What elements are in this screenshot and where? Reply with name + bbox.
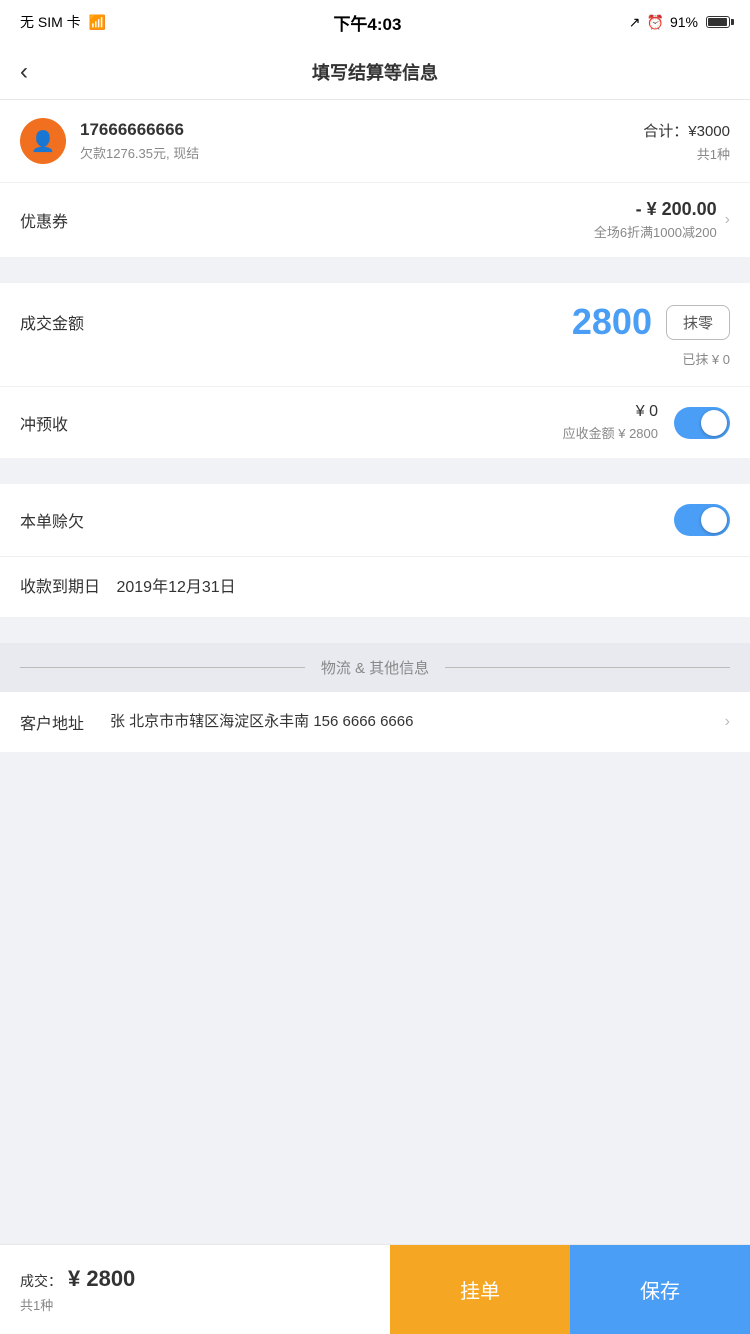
status-left: 无 SIM 卡 📶 [20, 12, 106, 32]
round-button[interactable]: 抹零 [666, 305, 730, 340]
coupon-discount: - ¥ 200.00 [594, 199, 717, 220]
amount-card: 成交金额 2800 抹零 已抹 ¥ 0 冲预收 ¥ 0 应收金额 ¥ 2800 [0, 283, 750, 458]
empty-space [0, 764, 750, 944]
coupon-info: - ¥ 200.00 全场6折满1000减200 [594, 199, 717, 241]
due-date-value: 2019年12月31日 [116, 579, 235, 596]
prepay-label: 冲预收 [20, 411, 68, 435]
address-chevron-icon: › [725, 713, 730, 731]
content: 👤 17666666666 欠款1276.35元, 现结 合计：¥3000 共1… [0, 100, 750, 1044]
section-divider-3 [0, 629, 750, 643]
defer-label: 本单赊欠 [20, 508, 84, 532]
defer-row: 本单赊欠 [0, 484, 750, 556]
pending-button[interactable]: 挂单 [390, 1245, 570, 1334]
user-row: 👤 17666666666 欠款1276.35元, 现结 合计：¥3000 共1… [0, 100, 750, 182]
address-label: 客户地址 [20, 710, 110, 734]
prepay-toggle[interactable] [674, 407, 730, 439]
carrier-label: 无 SIM 卡 [20, 12, 81, 32]
coupon-right: - ¥ 200.00 全场6折满1000减200 › [594, 199, 730, 241]
bottom-summary: 成交： ¥ 2800 共1种 [0, 1266, 390, 1314]
address-card: 客户地址 张 北京市市辖区海淀区永丰南 156 6666 6666 › [0, 692, 750, 752]
bottom-deal-amount: ¥ 2800 [68, 1266, 135, 1292]
section-divider-1 [0, 269, 750, 283]
logistics-line-right [445, 667, 730, 668]
user-info: 17666666666 欠款1276.35元, 现结 [80, 120, 199, 162]
user-left: 👤 17666666666 欠款1276.35元, 现结 [20, 118, 199, 164]
address-value: 张 北京市市辖区海淀区永丰南 156 6666 6666 [110, 711, 725, 734]
bottom-count: 共1种 [20, 1295, 370, 1314]
status-right: ↗ ⏰ 91% [629, 14, 730, 31]
amount-value-group: 2800 抹零 [572, 301, 730, 343]
logistics-text: 物流 & 其他信息 [321, 657, 429, 678]
due-date-label: 收款到期日 [20, 579, 100, 596]
avatar: 👤 [20, 118, 66, 164]
alarm-icon: ⏰ [647, 14, 664, 31]
nav-bar: ‹ 填写结算等信息 [0, 44, 750, 100]
toggle-knob [701, 410, 727, 436]
amount-sub: 已抹 ¥ 0 [20, 349, 730, 368]
battery-fill [708, 18, 727, 26]
user-right: 合计：¥3000 共1种 [643, 120, 730, 163]
logistics-line-left [20, 667, 305, 668]
prepay-row: 冲预收 ¥ 0 应收金额 ¥ 2800 [0, 386, 750, 458]
save-button[interactable]: 保存 [570, 1245, 750, 1334]
address-row[interactable]: 客户地址 张 北京市市辖区海淀区永丰南 156 6666 6666 › [0, 692, 750, 752]
coupon-row[interactable]: 优惠券 - ¥ 200.00 全场6折满1000减200 › [0, 182, 750, 257]
location-icon: ↗ [629, 14, 641, 31]
status-bar: 无 SIM 卡 📶 下午4:03 ↗ ⏰ 91% [0, 0, 750, 44]
user-phone: 17666666666 [80, 120, 199, 140]
battery-bar [706, 16, 730, 28]
prepay-amount-group: ¥ 0 应收金额 ¥ 2800 [563, 403, 658, 442]
user-info-card: 👤 17666666666 欠款1276.35元, 现结 合计：¥3000 共1… [0, 100, 750, 257]
logistics-section: 物流 & 其他信息 [0, 643, 750, 692]
section-divider-2 [0, 470, 750, 484]
battery-label: 91% [670, 14, 698, 30]
amount-row: 成交金额 2800 抹零 [20, 301, 730, 343]
defer-card: 本单赊欠 收款到期日 2019年12月31日 [0, 484, 750, 617]
coupon-desc: 全场6折满1000减200 [594, 222, 717, 241]
defer-toggle[interactable] [674, 504, 730, 536]
bottom-bar: 成交： ¥ 2800 共1种 挂单 保存 [0, 1244, 750, 1334]
page-title: 填写结算等信息 [312, 59, 438, 85]
amount-label: 成交金额 [20, 310, 84, 334]
due-date-row: 收款到期日 2019年12月31日 [0, 556, 750, 617]
prepay-amount: ¥ 0 [563, 403, 658, 421]
back-button[interactable]: ‹ [12, 50, 36, 94]
status-time: 下午4:03 [333, 10, 401, 35]
defer-toggle-knob [701, 507, 727, 533]
user-subtext: 欠款1276.35元, 现结 [80, 143, 199, 162]
bottom-deal-label: 成交： [20, 1271, 62, 1291]
amount-value: 2800 [572, 301, 652, 343]
total-count: 共1种 [643, 144, 730, 163]
coupon-label: 优惠券 [20, 208, 68, 232]
coupon-chevron-icon: › [725, 211, 730, 229]
prepay-right: ¥ 0 应收金额 ¥ 2800 [563, 403, 730, 442]
total-amount: 合计：¥3000 [643, 120, 730, 141]
amount-section: 成交金额 2800 抹零 已抹 ¥ 0 [0, 283, 750, 386]
wifi-icon: 📶 [89, 14, 106, 31]
bottom-deal: 成交： ¥ 2800 [20, 1266, 370, 1292]
prepay-sub: 应收金额 ¥ 2800 [563, 423, 658, 442]
